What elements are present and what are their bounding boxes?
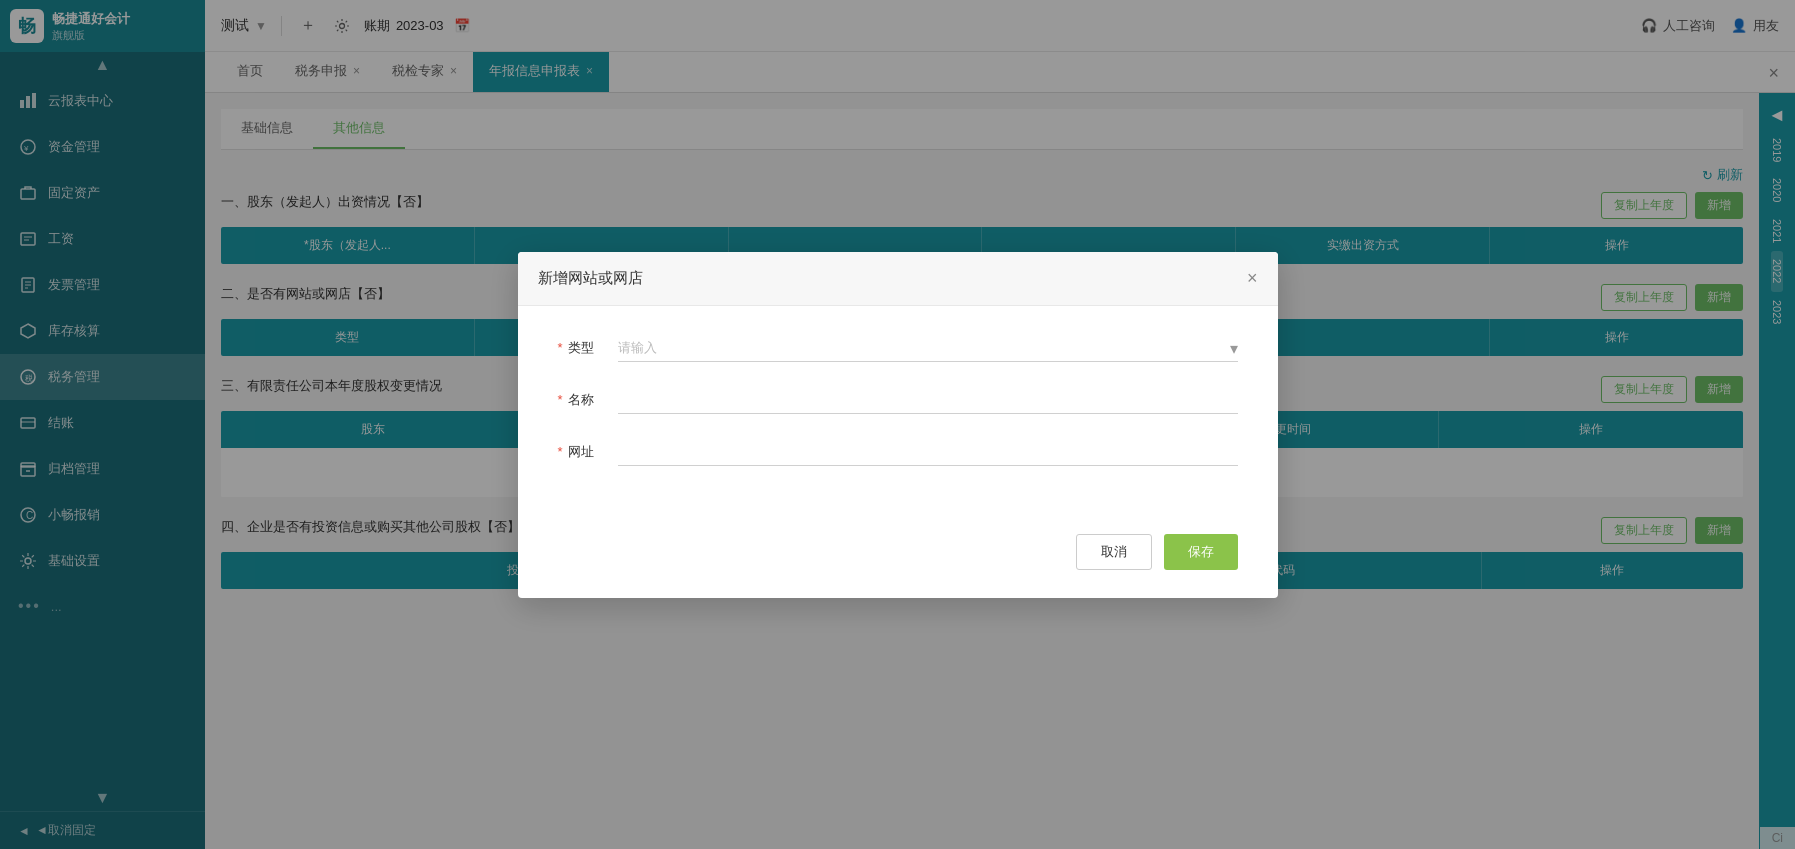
dialog-body: * 类型 ▾ * 名称 * xyxy=(518,306,1278,518)
name-input[interactable] xyxy=(618,386,1238,414)
dialog-overlay: 新增网站或网店 × * 类型 ▾ * 名称 xyxy=(0,0,1795,849)
form-label-url: * 网址 xyxy=(558,443,618,461)
dialog-footer: 取消 保存 xyxy=(518,518,1278,598)
required-star: * xyxy=(558,340,563,355)
label-text-url: 网址 xyxy=(568,444,594,459)
form-row-type: * 类型 ▾ xyxy=(558,334,1238,362)
url-input[interactable] xyxy=(618,438,1238,466)
required-star: * xyxy=(558,444,563,459)
form-row-url: * 网址 xyxy=(558,438,1238,466)
label-text-name: 名称 xyxy=(568,392,594,407)
form-field-name xyxy=(618,386,1238,414)
form-field-type: ▾ xyxy=(618,334,1238,362)
cancel-button[interactable]: 取消 xyxy=(1076,534,1152,570)
form-label-type: * 类型 xyxy=(558,339,618,357)
type-input[interactable] xyxy=(618,334,1238,362)
save-button[interactable]: 保存 xyxy=(1164,534,1238,570)
dialog-close-button[interactable]: × xyxy=(1247,268,1258,289)
form-row-name: * 名称 xyxy=(558,386,1238,414)
add-website-dialog: 新增网站或网店 × * 类型 ▾ * 名称 xyxy=(518,252,1278,598)
label-text-type: 类型 xyxy=(568,340,594,355)
required-star: * xyxy=(558,392,563,407)
dialog-header: 新增网站或网店 × xyxy=(518,252,1278,306)
dialog-title: 新增网站或网店 xyxy=(538,269,643,288)
form-label-name: * 名称 xyxy=(558,391,618,409)
form-field-url xyxy=(618,438,1238,466)
